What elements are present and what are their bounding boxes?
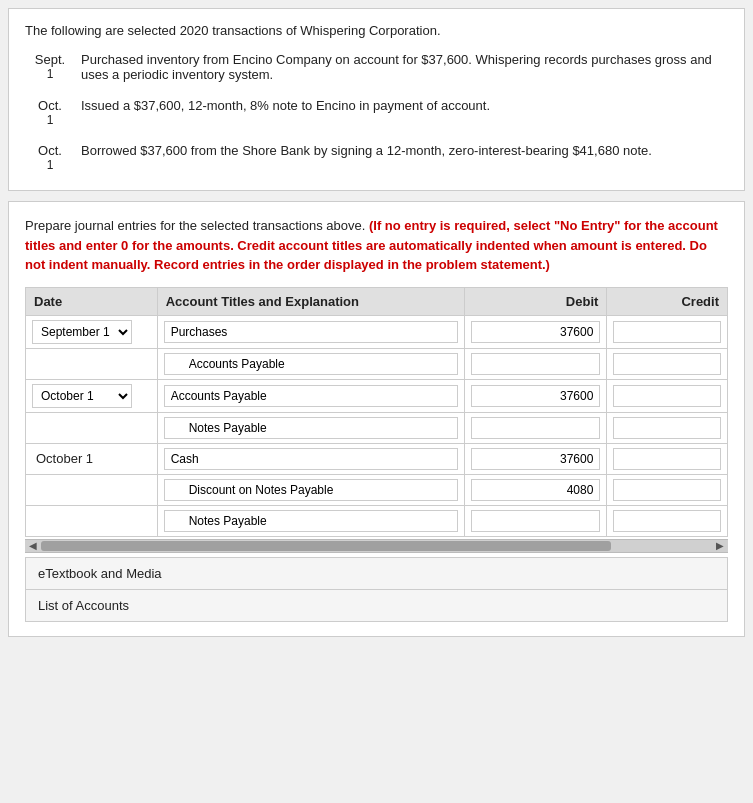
journal-section: Prepare journal entries for the selected…	[8, 201, 745, 637]
journal-account-cell	[157, 505, 464, 536]
col-debit: Debit	[464, 287, 607, 315]
account-input[interactable]	[164, 353, 458, 375]
transaction-description: Issued a $37,600, 12-month, 8% note to E…	[75, 94, 728, 131]
account-input[interactable]	[164, 479, 458, 501]
credit-input[interactable]	[613, 417, 721, 439]
journal-account-cell	[157, 379, 464, 412]
scenario-intro: The following are selected 2020 transact…	[25, 23, 728, 38]
transaction-row: Oct. 1 Issued a $37,600, 12-month, 8% no…	[25, 94, 728, 131]
credit-input[interactable]	[613, 321, 721, 343]
account-input[interactable]	[164, 385, 458, 407]
journal-credit-cell	[607, 474, 728, 505]
transaction-table: Sept. 1 Purchased inventory from Encino …	[25, 48, 728, 176]
journal-credit-cell	[607, 505, 728, 536]
date-select[interactable]: September 1October 1	[32, 384, 132, 408]
account-input[interactable]	[164, 510, 458, 532]
credit-input[interactable]	[613, 448, 721, 470]
journal-debit-cell	[464, 443, 607, 474]
transaction-row: Oct. 1 Borrowed $37,600 from the Shore B…	[25, 139, 728, 176]
journal-row: September 1October 1	[26, 315, 728, 348]
debit-input[interactable]	[471, 479, 601, 501]
journal-credit-cell	[607, 412, 728, 443]
journal-debit-cell	[464, 315, 607, 348]
page-container: The following are selected 2020 transact…	[0, 0, 753, 645]
journal-credit-cell	[607, 348, 728, 379]
credit-input[interactable]	[613, 385, 721, 407]
journal-account-cell	[157, 443, 464, 474]
journal-credit-cell	[607, 379, 728, 412]
journal-row	[26, 505, 728, 536]
journal-debit-cell	[464, 412, 607, 443]
journal-account-cell	[157, 412, 464, 443]
debit-input[interactable]	[471, 448, 601, 470]
journal-table: Date Account Titles and Explanation Debi…	[25, 287, 728, 537]
transaction-description: Purchased inventory from Encino Company …	[75, 48, 728, 86]
journal-account-cell	[157, 315, 464, 348]
debit-input[interactable]	[471, 417, 601, 439]
journal-debit-cell	[464, 505, 607, 536]
list-of-accounts-button[interactable]: List of Accounts	[25, 590, 728, 622]
journal-date-cell	[26, 348, 158, 379]
account-input[interactable]	[164, 448, 458, 470]
debit-input[interactable]	[471, 510, 601, 532]
journal-credit-cell	[607, 443, 728, 474]
col-credit: Credit	[607, 287, 728, 315]
journal-account-cell	[157, 474, 464, 505]
credit-input[interactable]	[613, 510, 721, 532]
journal-date-cell	[26, 412, 158, 443]
transaction-description: Borrowed $37,600 from the Shore Bank by …	[75, 139, 728, 176]
journal-credit-cell	[607, 315, 728, 348]
scroll-left-arrow[interactable]: ◀	[25, 540, 41, 551]
debit-input[interactable]	[471, 385, 601, 407]
instructions: Prepare journal entries for the selected…	[25, 216, 728, 275]
scrollbar-track	[41, 541, 712, 551]
journal-row	[26, 412, 728, 443]
account-input[interactable]	[164, 321, 458, 343]
journal-date-cell: September 1October 1	[26, 379, 158, 412]
journal-debit-cell	[464, 379, 607, 412]
credit-input[interactable]	[613, 353, 721, 375]
horizontal-scrollbar[interactable]: ◀ ▶	[25, 539, 728, 553]
static-date-label: October 1	[32, 451, 93, 466]
journal-date-cell	[26, 505, 158, 536]
journal-row	[26, 474, 728, 505]
scenario-box: The following are selected 2020 transact…	[8, 8, 745, 191]
transaction-date: Oct. 1	[25, 139, 75, 176]
journal-row: September 1October 1	[26, 379, 728, 412]
debit-input[interactable]	[471, 321, 601, 343]
journal-date-cell: September 1October 1	[26, 315, 158, 348]
debit-input[interactable]	[471, 353, 601, 375]
credit-input[interactable]	[613, 479, 721, 501]
journal-header-row: Date Account Titles and Explanation Debi…	[26, 287, 728, 315]
transaction-row: Sept. 1 Purchased inventory from Encino …	[25, 48, 728, 86]
scroll-right-arrow[interactable]: ▶	[712, 540, 728, 551]
journal-date-cell	[26, 474, 158, 505]
etextbook-button[interactable]: eTextbook and Media	[25, 557, 728, 590]
instructions-static: Prepare journal entries for the selected…	[25, 218, 369, 233]
transaction-date: Sept. 1	[25, 48, 75, 86]
date-select[interactable]: September 1October 1	[32, 320, 132, 344]
journal-account-cell	[157, 348, 464, 379]
journal-debit-cell	[464, 348, 607, 379]
journal-debit-cell	[464, 474, 607, 505]
journal-row: October 1	[26, 443, 728, 474]
scrollbar-thumb[interactable]	[41, 541, 611, 551]
journal-date-cell: October 1	[26, 443, 158, 474]
bottom-buttons: eTextbook and Media List of Accounts	[25, 557, 728, 622]
transaction-date: Oct. 1	[25, 94, 75, 131]
account-input[interactable]	[164, 417, 458, 439]
journal-row	[26, 348, 728, 379]
col-account: Account Titles and Explanation	[157, 287, 464, 315]
col-date: Date	[26, 287, 158, 315]
